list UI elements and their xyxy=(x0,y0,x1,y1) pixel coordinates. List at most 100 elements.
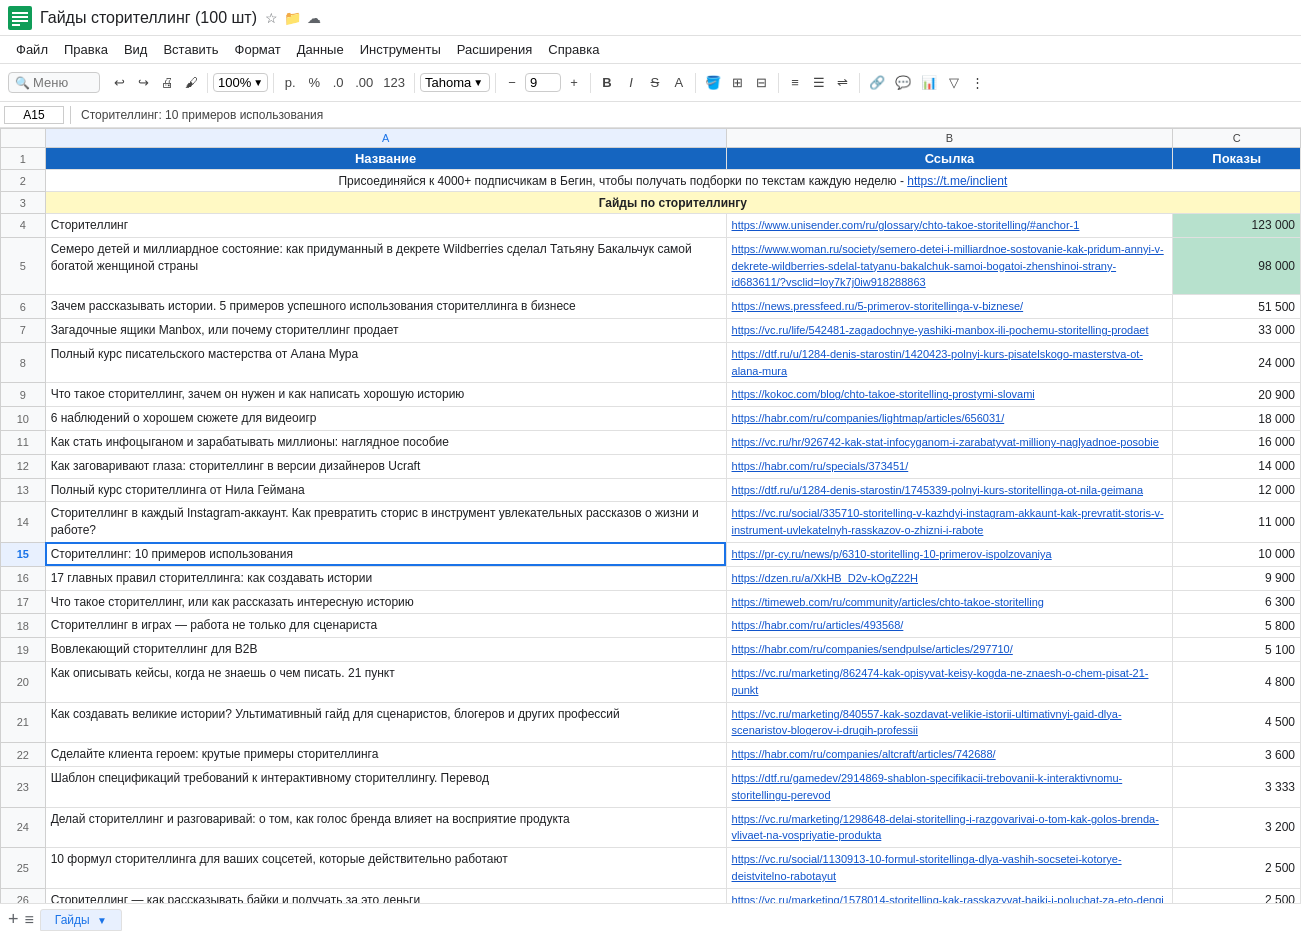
chart-button[interactable]: 📊 xyxy=(917,70,941,96)
cell-title[interactable]: Зачем рассказывать истории. 5 примеров у… xyxy=(45,295,726,319)
filter-button[interactable]: ▽ xyxy=(943,70,965,96)
cell-title[interactable]: Делай сторителлинг и разговаривай: о том… xyxy=(45,807,726,848)
percent-button[interactable]: % xyxy=(303,70,325,96)
search-input[interactable] xyxy=(33,75,93,90)
cell-url[interactable]: https://timeweb.com/ru/community/article… xyxy=(726,590,1173,614)
url-link[interactable]: https://vc.ru/social/335710-storitelling… xyxy=(732,507,1164,536)
cell-url[interactable]: https://vc.ru/hr/926742-kak-stat-infocyg… xyxy=(726,430,1173,454)
sheet-container[interactable]: A B C 1 Название Ссылка Показы 2 Присоед… xyxy=(0,128,1301,903)
cell-url[interactable]: https://habr.com/ru/companies/lightmap/a… xyxy=(726,407,1173,431)
url-link[interactable]: https://vc.ru/marketing/1298648-delai-st… xyxy=(732,813,1159,842)
menu-tools[interactable]: Инструменты xyxy=(352,40,449,59)
url-link[interactable]: https://dtf.ru/gamedev/2914869-shablon-s… xyxy=(732,772,1123,801)
cell-url[interactable]: https://habr.com/ru/specials/373451/ xyxy=(726,454,1173,478)
cell-title[interactable]: Сторителлинг xyxy=(45,214,726,238)
cell-url[interactable]: https://vc.ru/social/335710-storitelling… xyxy=(726,502,1173,543)
col-header-c[interactable]: C xyxy=(1173,129,1301,148)
cell-url[interactable]: https://dzen.ru/a/XkHB_D2v-kOgZ22H xyxy=(726,566,1173,590)
merge-button[interactable]: ⊟ xyxy=(751,70,773,96)
bold-button[interactable]: B xyxy=(596,70,618,96)
dec2-button[interactable]: .00 xyxy=(351,70,377,96)
header-link[interactable]: Ссылка xyxy=(726,148,1173,170)
cell-title[interactable]: Что такое сторителлинг, зачем он нужен и… xyxy=(45,383,726,407)
zoom-selector[interactable]: 100% ▼ xyxy=(213,73,268,92)
menu-insert[interactable]: Вставить xyxy=(155,40,226,59)
url-link[interactable]: https://timeweb.com/ru/community/article… xyxy=(732,596,1044,608)
cell-url[interactable]: https://habr.com/ru/companies/altcraft/a… xyxy=(726,743,1173,767)
url-link[interactable]: https://kokoc.com/blog/chto-takoe-storit… xyxy=(732,388,1035,400)
cell-title[interactable]: Вовлекающий сторителлинг для В2В xyxy=(45,638,726,662)
folder-icon[interactable]: 📁 xyxy=(284,10,301,26)
url-link[interactable]: https://vc.ru/life/542481-zagadochnye-ya… xyxy=(732,324,1149,336)
url-link[interactable]: https://habr.com/ru/specials/373451/ xyxy=(732,460,909,472)
url-link[interactable]: https://pr-cy.ru/news/p/6310-storitellin… xyxy=(732,548,1052,560)
url-link[interactable]: https://www.woman.ru/society/semero-dete… xyxy=(732,243,1164,289)
cell-title[interactable]: Как заговаривают глаза: сторителлинг в в… xyxy=(45,454,726,478)
cell-url[interactable]: https://pr-cy.ru/news/p/6310-storitellin… xyxy=(726,542,1173,566)
cell-url[interactable]: https://vc.ru/marketing/862474-kak-opisy… xyxy=(726,661,1173,702)
url-link[interactable]: https://dtf.ru/u/1284-denis-starostin/14… xyxy=(732,348,1143,377)
cell-title[interactable]: Как создавать великие истории? Ультимати… xyxy=(45,702,726,743)
url-link[interactable]: https://vc.ru/social/1130913-10-formul-s… xyxy=(732,853,1122,882)
cell-reference[interactable] xyxy=(4,106,64,124)
font-size-decrease[interactable]: − xyxy=(501,70,523,96)
menu-help[interactable]: Справка xyxy=(540,40,607,59)
cell-title[interactable]: 6 наблюдений о хорошем сюжете для видеои… xyxy=(45,407,726,431)
promo-link[interactable]: https://t.me/inclient xyxy=(907,174,1007,188)
text-color-button[interactable]: A xyxy=(668,70,690,96)
cell-title[interactable]: Полный курс писательского мастерства от … xyxy=(45,342,726,383)
menu-edit[interactable]: Правка xyxy=(56,40,116,59)
col-header-a[interactable]: A xyxy=(45,129,726,148)
url-link[interactable]: https://habr.com/ru/companies/altcraft/a… xyxy=(732,748,996,760)
dec1-button[interactable]: .0 xyxy=(327,70,349,96)
url-link[interactable]: https://vc.ru/marketing/862474-kak-opisy… xyxy=(732,667,1149,696)
cell-title[interactable]: Сторителлинг: 10 примеров использования xyxy=(45,542,726,566)
cell-url[interactable]: https://dtf.ru/u/1284-denis-starostin/17… xyxy=(726,478,1173,502)
cell-title[interactable]: Как стать инфоцыганом и зарабатывать мил… xyxy=(45,430,726,454)
url-link[interactable]: https://vc.ru/marketing/1578014-storitel… xyxy=(732,894,1164,903)
cell-title[interactable]: Что такое сторителлинг, или как рассказа… xyxy=(45,590,726,614)
header-views[interactable]: Показы xyxy=(1173,148,1301,170)
star-icon[interactable]: ☆ xyxy=(265,10,278,26)
cell-url[interactable]: https://vc.ru/marketing/1298648-delai-st… xyxy=(726,807,1173,848)
cell-title[interactable]: Сторителлинг в играх — работа не только … xyxy=(45,614,726,638)
cell-url[interactable]: https://dtf.ru/u/1284-denis-starostin/14… xyxy=(726,342,1173,383)
print-button[interactable]: 🖨 xyxy=(156,70,178,96)
url-link[interactable]: https://dtf.ru/u/1284-denis-starostin/17… xyxy=(732,484,1144,496)
cell-title[interactable]: Сделайте клиента героем: крутые примеры … xyxy=(45,743,726,767)
cell-url[interactable]: https://vc.ru/social/1130913-10-formul-s… xyxy=(726,848,1173,889)
url-link[interactable]: https://dzen.ru/a/XkHB_D2v-kOgZ22H xyxy=(732,572,918,584)
paint-format-button[interactable]: 🖌 xyxy=(180,70,202,96)
cloud-icon[interactable]: ☁ xyxy=(307,10,321,26)
menu-view[interactable]: Вид xyxy=(116,40,156,59)
font-size-increase[interactable]: + xyxy=(563,70,585,96)
cell-title[interactable]: Шаблон спецификаций требований к интерак… xyxy=(45,766,726,807)
url-link[interactable]: https://vc.ru/marketing/840557-kak-sozda… xyxy=(732,708,1122,737)
strikethrough-button[interactable]: S xyxy=(644,70,666,96)
currency-button[interactable]: р. xyxy=(279,70,301,96)
search-box[interactable]: 🔍 xyxy=(8,72,100,93)
italic-button[interactable]: I xyxy=(620,70,642,96)
url-link[interactable]: https://news.pressfeed.ru/5-primerov-sto… xyxy=(732,300,1024,312)
more-button[interactable]: ⋮ xyxy=(967,70,989,96)
col-header-b[interactable]: B xyxy=(726,129,1173,148)
cell-title[interactable]: Сторителлинг в каждый Instagram-аккаунт.… xyxy=(45,502,726,543)
align-center-button[interactable]: ☰ xyxy=(808,70,830,96)
menu-format[interactable]: Формат xyxy=(227,40,289,59)
redo-button[interactable]: ↪ xyxy=(132,70,154,96)
url-link[interactable]: https://www.unisender.com/ru/glossary/ch… xyxy=(732,219,1080,231)
menu-extensions[interactable]: Расширения xyxy=(449,40,541,59)
undo-button[interactable]: ↩ xyxy=(108,70,130,96)
cell-url[interactable]: https://www.woman.ru/society/semero-dete… xyxy=(726,237,1173,294)
cell-url[interactable]: https://vc.ru/marketing/840557-kak-sozda… xyxy=(726,702,1173,743)
cell-title[interactable]: Полный курс сторителлинга от Нила Гейман… xyxy=(45,478,726,502)
link-button[interactable]: 🔗 xyxy=(865,70,889,96)
header-title[interactable]: Название xyxy=(45,148,726,170)
menu-file[interactable]: Файл xyxy=(8,40,56,59)
cell-url[interactable]: https://habr.com/ru/companies/sendpulse/… xyxy=(726,638,1173,662)
cell-title[interactable]: 10 формул сторителлинга для ваших соцсет… xyxy=(45,848,726,889)
cell-url[interactable]: https://habr.com/ru/articles/493568/ xyxy=(726,614,1173,638)
url-link[interactable]: https://vc.ru/hr/926742-kak-stat-infocyg… xyxy=(732,436,1159,448)
comment-button[interactable]: 💬 xyxy=(891,70,915,96)
borders-button[interactable]: ⊞ xyxy=(727,70,749,96)
